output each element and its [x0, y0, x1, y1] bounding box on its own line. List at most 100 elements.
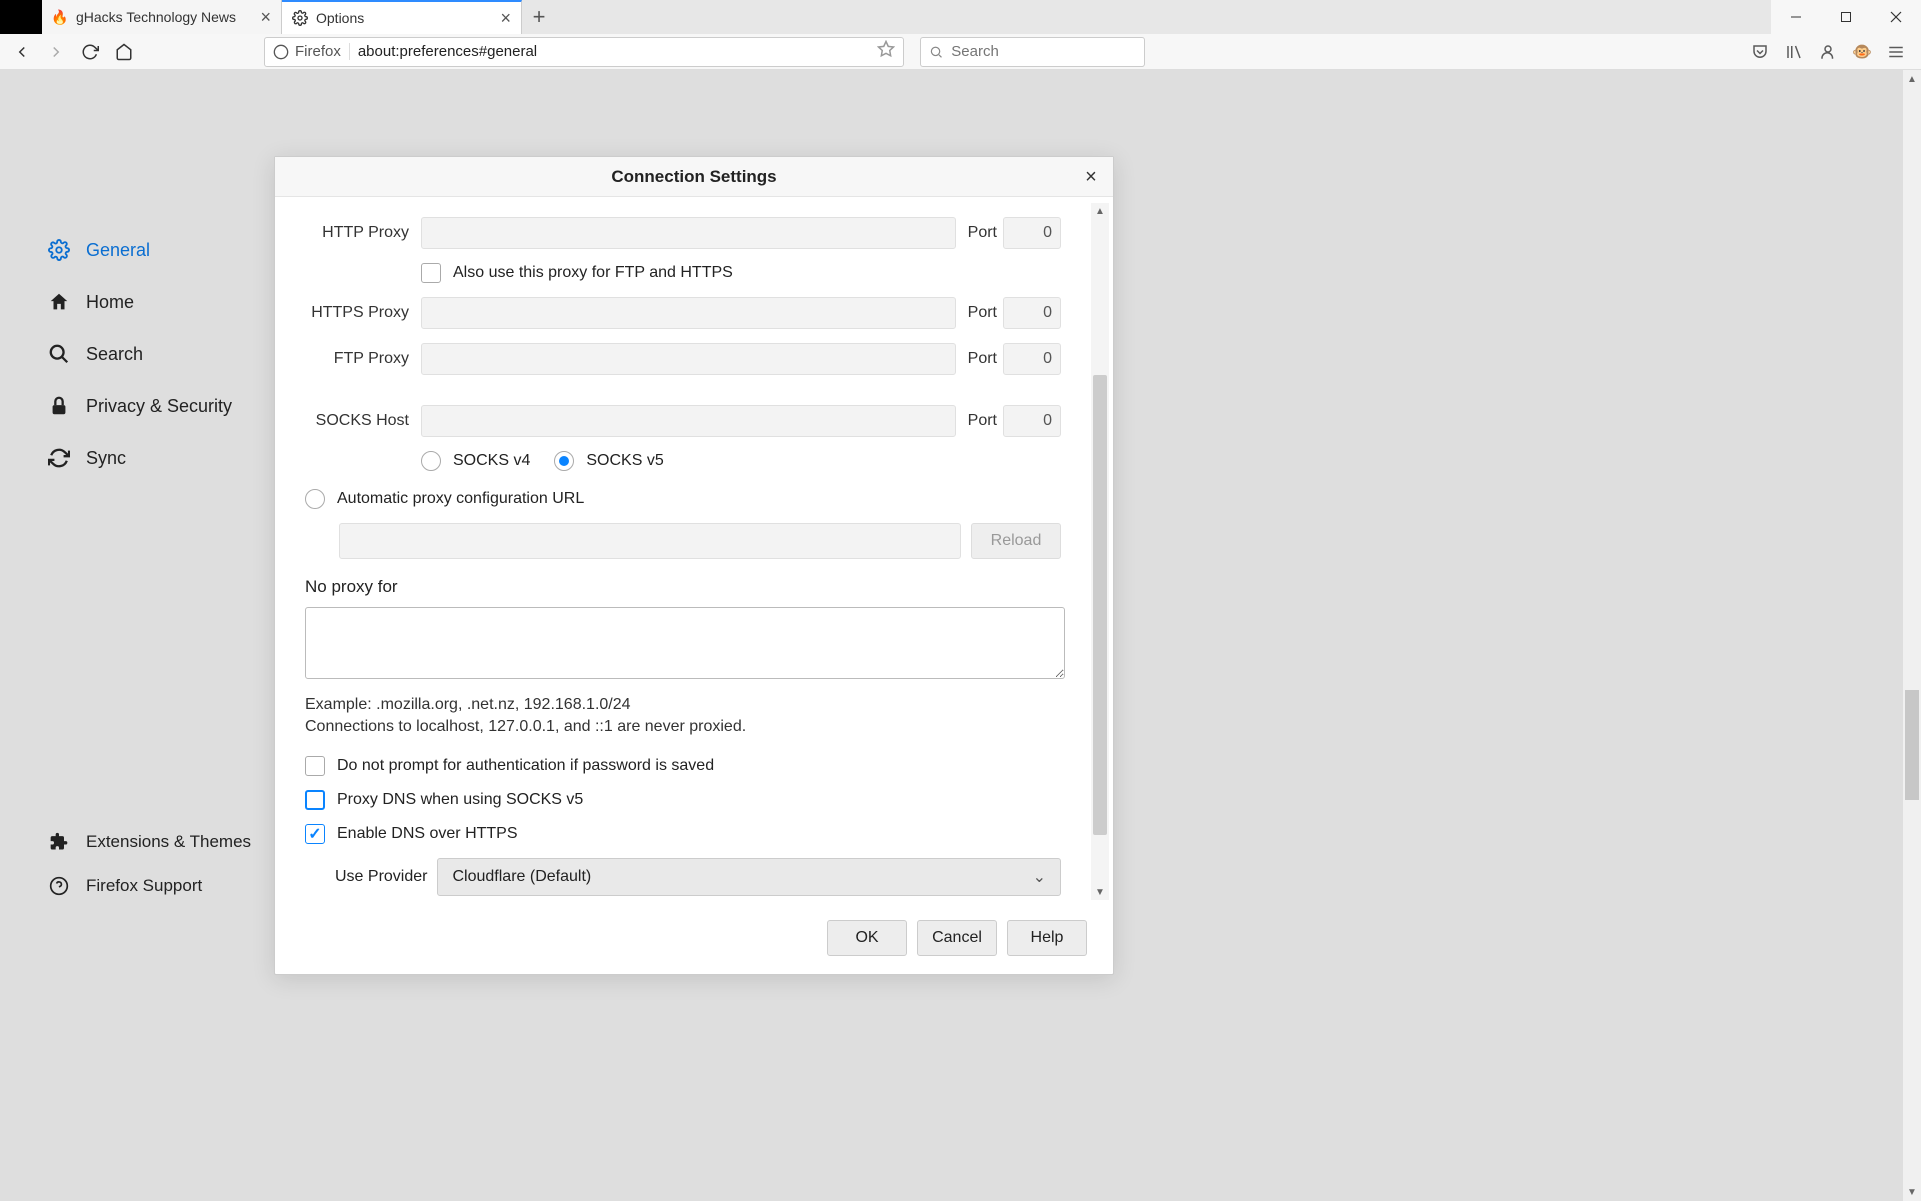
tab-options[interactable]: Options × [282, 0, 522, 34]
gear-icon [48, 239, 70, 261]
no-proxy-textarea[interactable] [305, 607, 1065, 679]
close-icon[interactable]: × [1079, 165, 1103, 189]
auto-proxy-option[interactable]: Automatic proxy configuration URL [305, 489, 1061, 509]
proxy-dns-checkbox[interactable] [305, 790, 325, 810]
ftp-port-input[interactable] [1003, 343, 1061, 375]
scroll-thumb[interactable] [1905, 690, 1919, 800]
url-text: about:preferences#general [358, 43, 869, 60]
radio-icon [554, 451, 574, 471]
reload-button[interactable] [76, 38, 104, 66]
help-icon [48, 875, 70, 897]
dialog-body: ▲ ▼ HTTP Proxy Port Also use this proxy … [275, 197, 1113, 906]
search-input[interactable] [951, 43, 1136, 60]
sidebar-item-support[interactable]: Firefox Support [48, 864, 258, 908]
socks-port-input[interactable] [1003, 405, 1061, 437]
https-port-input[interactable] [1003, 297, 1061, 329]
back-button[interactable] [8, 38, 36, 66]
socks-host-label: SOCKS Host [305, 412, 415, 430]
auto-proxy-url-row: Reload [305, 523, 1061, 559]
dialog-scrollbar[interactable]: ▲ ▼ [1091, 203, 1109, 900]
sidebar-item-label: Firefox Support [86, 876, 202, 896]
scroll-down-icon[interactable]: ▼ [1903, 1183, 1921, 1201]
http-proxy-row: HTTP Proxy Port [305, 217, 1061, 249]
pinned-tab[interactable] [0, 0, 42, 34]
http-proxy-label: HTTP Proxy [305, 224, 415, 242]
auto-proxy-label: Automatic proxy configuration URL [337, 490, 584, 508]
sidebar-item-sync[interactable]: Sync [48, 432, 258, 484]
home-button[interactable] [110, 38, 138, 66]
search-icon [48, 343, 70, 365]
identity-label: Firefox [295, 43, 341, 60]
sidebar-item-privacy[interactable]: Privacy & Security [48, 380, 258, 432]
scroll-thumb[interactable] [1093, 375, 1107, 835]
http-proxy-input[interactable] [421, 217, 956, 249]
ftp-proxy-input[interactable] [421, 343, 956, 375]
https-proxy-input[interactable] [421, 297, 956, 329]
sidebar-item-general[interactable]: General [48, 224, 258, 276]
bookmark-star-icon[interactable] [877, 40, 895, 63]
provider-value: Cloudflare (Default) [452, 868, 591, 886]
auto-proxy-url-input[interactable] [339, 523, 961, 559]
scroll-up-icon[interactable]: ▲ [1903, 70, 1921, 88]
url-bar[interactable]: Firefox about:preferences#general [264, 37, 904, 67]
tab-label: Options [316, 10, 364, 26]
scroll-down-icon[interactable]: ▼ [1091, 884, 1109, 900]
preferences-sidebar: General Home Search Privacy & Security S… [48, 224, 258, 484]
identity-box[interactable]: Firefox [273, 43, 350, 60]
socks-v5-option[interactable]: SOCKS v5 [554, 451, 663, 471]
close-icon[interactable]: × [260, 8, 271, 26]
tab-bar: 🔥 gHacks Technology News × Options × + [0, 0, 1921, 34]
menu-icon[interactable] [1885, 41, 1907, 63]
window-controls [1771, 0, 1921, 34]
socks-version-group: SOCKS v4 SOCKS v5 [305, 451, 1061, 471]
ok-button[interactable]: OK [827, 920, 907, 956]
example-text: Example: .mozilla.org, .net.nz, 192.168.… [305, 696, 1061, 714]
minimize-button[interactable] [1771, 0, 1821, 34]
reload-button[interactable]: Reload [971, 523, 1061, 559]
chevron-down-icon: ⌄ [1033, 867, 1046, 887]
page-scrollbar[interactable]: ▲ ▼ [1903, 70, 1921, 1201]
port-label: Port [968, 224, 997, 242]
scroll-up-icon[interactable]: ▲ [1091, 203, 1109, 219]
proxy-dns-label: Proxy DNS when using SOCKS v5 [337, 791, 583, 809]
sidebar-item-search[interactable]: Search [48, 328, 258, 380]
puzzle-icon [48, 831, 70, 853]
home-icon [48, 291, 70, 313]
https-proxy-label: HTTPS Proxy [305, 304, 415, 322]
no-prompt-checkbox[interactable] [305, 756, 325, 776]
socks-host-input[interactable] [421, 405, 956, 437]
also-use-checkbox[interactable] [421, 263, 441, 283]
account-icon[interactable] [1817, 41, 1839, 63]
provider-select[interactable]: Cloudflare (Default) ⌄ [437, 858, 1061, 896]
close-window-button[interactable] [1871, 0, 1921, 34]
https-proxy-row: HTTPS Proxy Port [305, 297, 1061, 329]
forward-button[interactable] [42, 38, 70, 66]
sidebar-item-label: Privacy & Security [86, 396, 232, 417]
socks-host-row: SOCKS Host Port [305, 405, 1061, 437]
close-icon[interactable]: × [500, 9, 511, 27]
cancel-button[interactable]: Cancel [917, 920, 997, 956]
help-button[interactable]: Help [1007, 920, 1087, 956]
dialog-footer: OK Cancel Help [275, 906, 1113, 974]
new-tab-button[interactable]: + [522, 0, 556, 34]
socks-v4-label: SOCKS v4 [453, 452, 530, 470]
sidebar-item-home[interactable]: Home [48, 276, 258, 328]
maximize-button[interactable] [1821, 0, 1871, 34]
tab-label: gHacks Technology News [76, 9, 236, 25]
socks-v5-label: SOCKS v5 [586, 452, 663, 470]
socks-v4-option[interactable]: SOCKS v4 [421, 451, 530, 471]
provider-row: Use Provider Cloudflare (Default) ⌄ [305, 858, 1061, 896]
sidebar-item-extensions[interactable]: Extensions & Themes [48, 820, 258, 864]
content-area: General Home Search Privacy & Security S… [0, 70, 1921, 1201]
proxy-dns-row: Proxy DNS when using SOCKS v5 [305, 790, 1061, 810]
pocket-icon[interactable] [1749, 41, 1771, 63]
extension-icon[interactable]: 🐵 [1851, 41, 1873, 63]
library-icon[interactable] [1783, 41, 1805, 63]
enable-doh-checkbox[interactable] [305, 824, 325, 844]
search-bar[interactable] [920, 37, 1145, 67]
http-port-input[interactable] [1003, 217, 1061, 249]
toolbar: Firefox about:preferences#general 🐵 [0, 34, 1921, 70]
enable-doh-row: Enable DNS over HTTPS [305, 824, 1061, 844]
ftp-proxy-label: FTP Proxy [305, 350, 415, 368]
tab-ghacks[interactable]: 🔥 gHacks Technology News × [42, 0, 282, 34]
